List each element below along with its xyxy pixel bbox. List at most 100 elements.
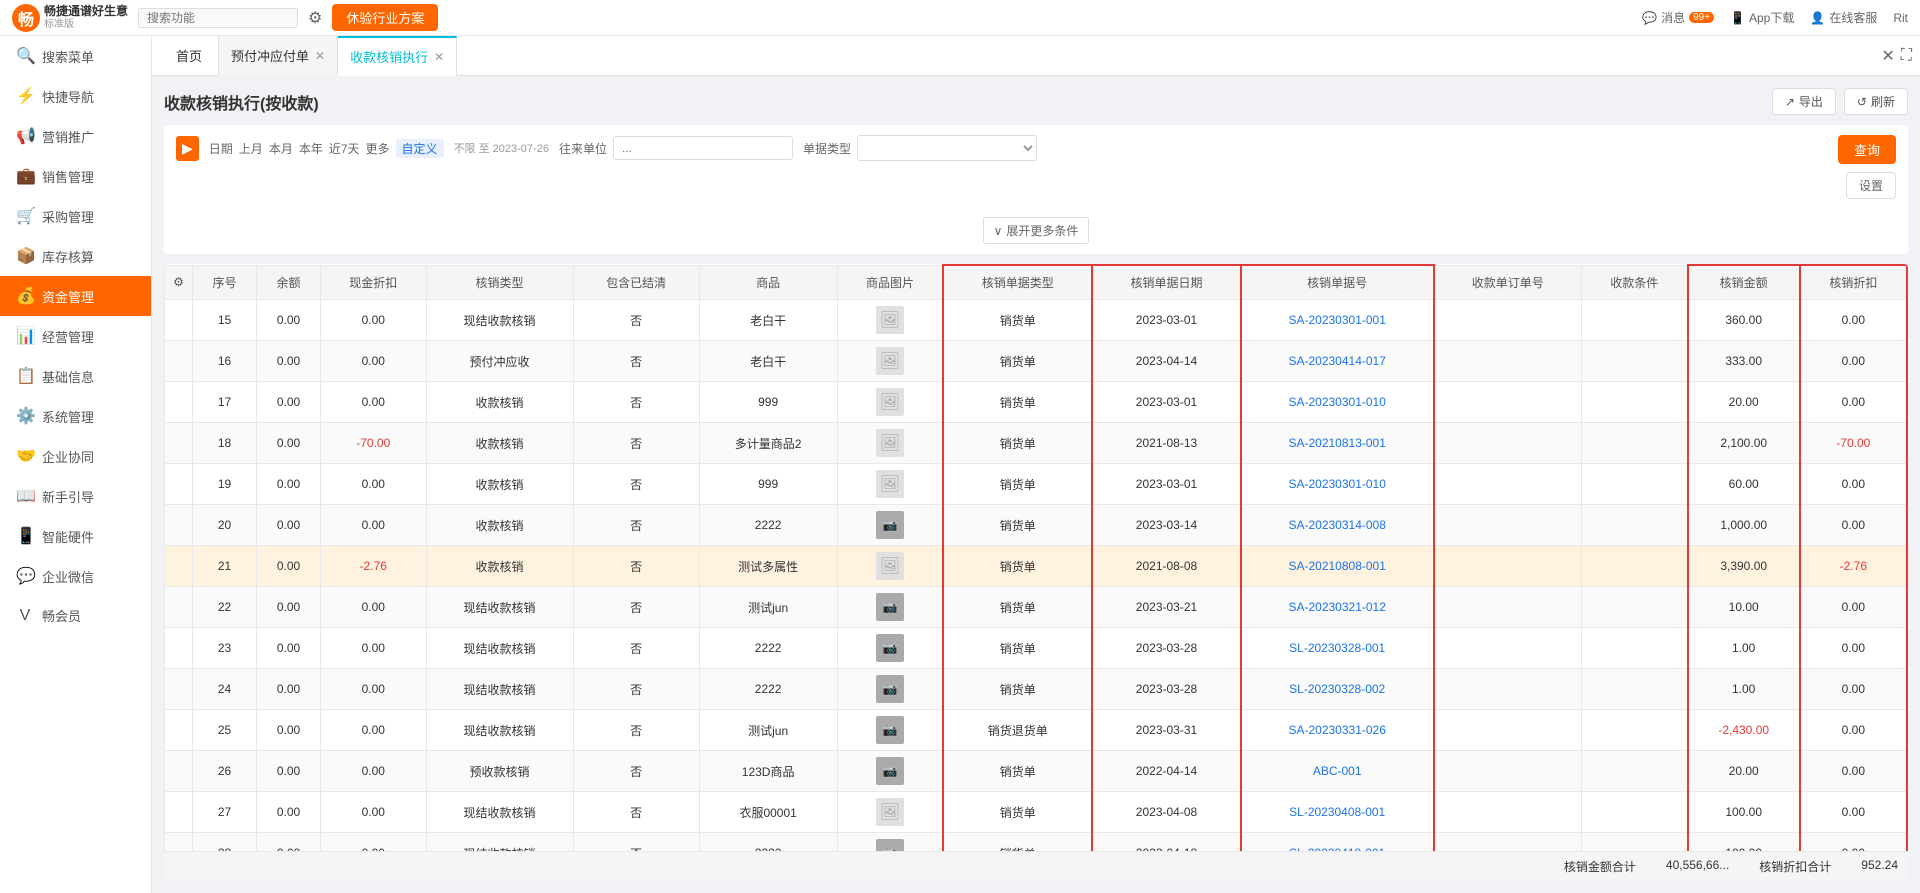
td-settings (165, 628, 193, 669)
bill-no-link[interactable]: SA-20230301-010 (1288, 477, 1385, 491)
bill-type-select[interactable] (857, 135, 1037, 161)
tab-writeoff[interactable]: 收款核销执行 ✕ (338, 36, 457, 76)
td-writeoff-type: 预收款核销 (426, 751, 573, 792)
tab-prepay-close[interactable]: ✕ (315, 49, 325, 63)
td-bill-type: 销货单 (943, 382, 1092, 423)
service-btn[interactable]: 👤 在线客服 (1810, 9, 1877, 26)
td-goods: 2222 (699, 505, 837, 546)
tab-home[interactable]: 首页 (160, 36, 219, 76)
bill-no-link[interactable]: SA-20230331-026 (1288, 723, 1385, 737)
td-bill-date: 2021-08-08 (1092, 546, 1241, 587)
inventory-icon: 📦 (16, 246, 34, 266)
sidebar-item-collab[interactable]: 🤝 企业协同 (0, 436, 151, 476)
bill-no-link[interactable]: ABC-001 (1313, 764, 1362, 778)
td-goods-img: 📷 (837, 751, 943, 792)
sidebar-label-purchase: 采购管理 (42, 207, 94, 226)
sidebar-item-hardware[interactable]: 📱 智能硬件 (0, 516, 151, 556)
date-7days[interactable]: 近7天 (329, 140, 360, 157)
sidebar-item-basic[interactable]: 📋 基础信息 (0, 356, 151, 396)
sidebar-item-sales[interactable]: 💼 销售管理 (0, 156, 151, 196)
sidebar-item-shortcut[interactable]: ⚡ 快捷导航 (0, 76, 151, 116)
bill-no-link[interactable]: SL-20230328-002 (1289, 682, 1385, 696)
table-scroll[interactable]: ⚙ 序号 余额 现金折扣 核销类型 包含已结清 商品 商品图片 核销单据类型 核… (164, 264, 1908, 851)
bill-no-link[interactable]: SA-20230301-010 (1288, 395, 1385, 409)
td-goods: 2222 (699, 833, 837, 852)
bill-no-link[interactable]: SA-20210808-001 (1288, 559, 1385, 573)
td-seq: 16 (193, 341, 257, 382)
sidebar-item-member[interactable]: V 畅会员 (0, 596, 151, 635)
gear-icon[interactable]: ⚙ (308, 8, 322, 28)
date-last-month[interactable]: 上月 (239, 140, 263, 157)
sidebar-item-management[interactable]: 📊 经营管理 (0, 316, 151, 356)
app-download-btn[interactable]: 📱 App下载 (1730, 9, 1794, 26)
td-balance: 0.00 (257, 751, 321, 792)
sidebar-item-purchase[interactable]: 🛒 采购管理 (0, 196, 151, 236)
td-balance: 0.00 (257, 587, 321, 628)
sidebar-item-finance[interactable]: 💰 资金管理 (0, 276, 151, 316)
td-receipt-order (1434, 833, 1582, 852)
sidebar-item-guide[interactable]: 📖 新手引导 (0, 476, 151, 516)
td-settled: 否 (573, 628, 699, 669)
td-writeoff-discount: 0.00 (1800, 792, 1907, 833)
td-writeoff-type: 现结收款核销 (426, 628, 573, 669)
industry-btn[interactable]: 休验行业方案 (332, 4, 438, 31)
setting-btn[interactable]: 设置 (1846, 172, 1896, 199)
td-bill-no: SL-20230328-001 (1241, 628, 1434, 669)
tab-close-btn[interactable]: ✕ (1881, 46, 1894, 66)
td-settings (165, 382, 193, 423)
td-receipt-condition (1581, 423, 1687, 464)
bill-no-link[interactable]: SA-20210813-001 (1288, 436, 1385, 450)
td-cash-discount: 0.00 (321, 505, 427, 546)
date-custom[interactable]: 自定义 (396, 139, 444, 158)
tab-prepay[interactable]: 预付冲应付单 ✕ (219, 36, 338, 76)
td-bill-type: 销货单 (943, 505, 1092, 546)
td-receipt-order (1434, 587, 1582, 628)
sidebar-item-wechat[interactable]: 💬 企业微信 (0, 556, 151, 596)
td-receipt-condition (1581, 833, 1687, 852)
td-writeoff-amount: -2,430.00 (1688, 710, 1800, 751)
bill-no-link[interactable]: SL-20230328-001 (1289, 641, 1385, 655)
filter-toggle-btn[interactable]: ▶ (176, 136, 199, 161)
sidebar-item-marketing[interactable]: 📢 营销推广 (0, 116, 151, 156)
td-goods-img: 📷 (837, 628, 943, 669)
date-this-year[interactable]: 本年 (299, 140, 323, 157)
sidebar-item-inventory[interactable]: 📦 库存核算 (0, 236, 151, 276)
td-settings (165, 792, 193, 833)
bill-no-link[interactable]: SL-20230408-001 (1289, 805, 1385, 819)
table-footer: 核销金额合计 40,556,66... 核销折扣合计 952.24 (164, 851, 1908, 881)
top-bar-right: 💬 消息 99+ 📱 App下载 👤 在线客服 Rit (1642, 9, 1908, 26)
message-btn[interactable]: 💬 消息 99+ (1642, 9, 1714, 26)
td-receipt-condition (1581, 382, 1687, 423)
finance-icon: 💰 (16, 286, 34, 306)
service-icon: 👤 (1810, 11, 1825, 25)
refresh-btn[interactable]: ↺ 刷新 (1844, 88, 1908, 115)
date-this-month[interactable]: 本月 (269, 140, 293, 157)
sidebar-label-management: 经营管理 (42, 327, 94, 346)
td-writeoff-discount: 0.00 (1800, 587, 1907, 628)
td-seq: 15 (193, 300, 257, 341)
bill-no-link[interactable]: SA-20230314-008 (1288, 518, 1385, 532)
td-bill-type: 销货单 (943, 833, 1092, 852)
tab-writeoff-close[interactable]: ✕ (434, 50, 444, 64)
th-receipt-condition: 收款条件 (1581, 265, 1687, 300)
refresh-label: 刷新 (1871, 93, 1895, 110)
td-settings (165, 341, 193, 382)
date-more[interactable]: 更多 (366, 140, 390, 157)
sidebar-item-system[interactable]: ⚙️ 系统管理 (0, 396, 151, 436)
user-btn[interactable]: Rit (1893, 11, 1908, 25)
partner-input[interactable] (613, 136, 793, 160)
td-seq: 28 (193, 833, 257, 852)
expand-more-btn[interactable]: ∨ 展开更多条件 (983, 217, 1090, 244)
bill-no-link[interactable]: SA-20230321-012 (1288, 600, 1385, 614)
td-settled: 否 (573, 833, 699, 852)
td-bill-no: SA-20230321-012 (1241, 587, 1434, 628)
th-settled: 包含已结清 (573, 265, 699, 300)
bill-no-link[interactable]: SA-20230301-001 (1288, 313, 1385, 327)
tab-maximize-btn[interactable]: ⛶ (1901, 46, 1912, 66)
search-input[interactable] (138, 8, 298, 28)
marketing-icon: 📢 (16, 126, 34, 146)
query-btn[interactable]: 查询 (1838, 135, 1896, 164)
sidebar-item-search[interactable]: 🔍 搜索菜单 (0, 36, 151, 76)
export-btn[interactable]: ↗ 导出 (1772, 88, 1836, 115)
bill-no-link[interactable]: SA-20230414-017 (1288, 354, 1385, 368)
